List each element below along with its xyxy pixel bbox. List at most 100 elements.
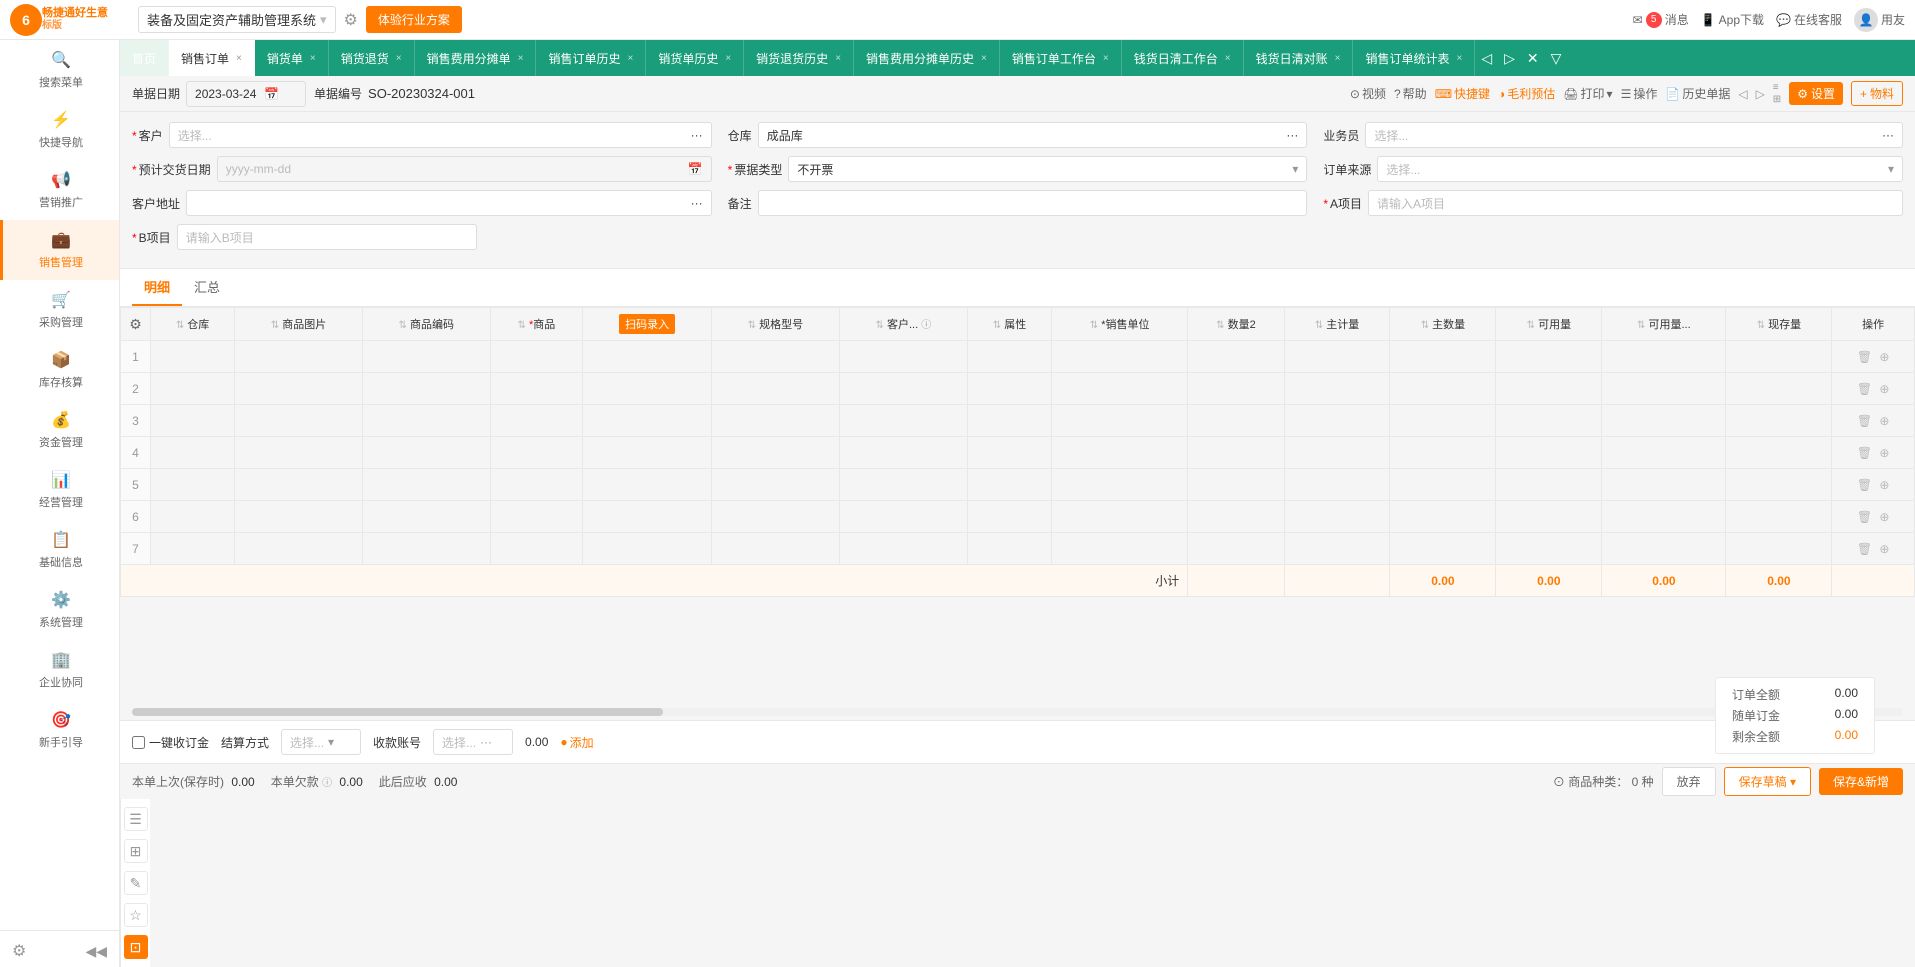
tab-close-sales-goods[interactable]: × bbox=[310, 53, 316, 64]
row-7-warehouse[interactable] bbox=[151, 533, 235, 565]
tab-close-sales-fee[interactable]: × bbox=[518, 53, 524, 64]
account-select-input[interactable]: 选择... ··· bbox=[433, 729, 513, 755]
row-5-attr[interactable] bbox=[967, 469, 1051, 501]
settings-icon[interactable]: ⚙ bbox=[344, 10, 358, 30]
row-1-attr[interactable] bbox=[967, 341, 1051, 373]
doc-date-input[interactable]: 2023-03-24 📅 bbox=[186, 81, 306, 107]
row-7-unit[interactable] bbox=[1052, 533, 1188, 565]
row-7-code[interactable] bbox=[362, 533, 490, 565]
tab-cash-reconcile[interactable]: 钱货日清对账 × bbox=[1244, 40, 1354, 76]
b-project-input[interactable]: 请输入B项目 bbox=[177, 224, 477, 250]
tab-close-sales-return[interactable]: × bbox=[396, 53, 402, 64]
right-icon-2[interactable]: ⊞ bbox=[124, 839, 148, 863]
tab-cash-workbench[interactable]: 钱货日清工作台 × bbox=[1122, 40, 1244, 76]
row-7-scan[interactable] bbox=[583, 533, 712, 565]
sidebar-item-enterprise[interactable]: 🏢 企业协同 bbox=[0, 640, 119, 700]
row-1-product[interactable] bbox=[490, 341, 583, 373]
sidebar-item-operations[interactable]: 📊 经营管理 bbox=[0, 460, 119, 520]
row-3-product[interactable] bbox=[490, 405, 583, 437]
row-2-product[interactable] bbox=[490, 373, 583, 405]
tab-order-workbench[interactable]: 销售订单工作台 × bbox=[1000, 40, 1122, 76]
row-3-spec[interactable] bbox=[712, 405, 840, 437]
row-1-image[interactable] bbox=[235, 341, 363, 373]
row-7-spec[interactable] bbox=[712, 533, 840, 565]
row-5-product[interactable] bbox=[490, 469, 583, 501]
row-5-scan[interactable] bbox=[583, 469, 712, 501]
row-1-delete-icon[interactable]: 🗑 bbox=[1857, 350, 1872, 364]
right-icon-1[interactable]: ☰ bbox=[124, 807, 148, 831]
row-5-warehouse[interactable] bbox=[151, 469, 235, 501]
row-6-scan[interactable] bbox=[583, 501, 712, 533]
row-2-current[interactable] bbox=[1726, 373, 1832, 405]
tab-fee-history[interactable]: 销售费用分摊单历史 × bbox=[854, 40, 1000, 76]
row-6-spec[interactable] bbox=[712, 501, 840, 533]
date-icon[interactable]: 📅 bbox=[688, 162, 703, 176]
row-4-scan[interactable] bbox=[583, 437, 712, 469]
row-7-image[interactable] bbox=[235, 533, 363, 565]
row-2-available2[interactable] bbox=[1602, 373, 1726, 405]
row-2-spec[interactable] bbox=[712, 373, 840, 405]
sidebar-item-quicknav[interactable]: ⚡ 快捷导航 bbox=[0, 100, 119, 160]
sidebar-item-system[interactable]: ⚙️ 系统管理 bbox=[0, 580, 119, 640]
row-2-qty2[interactable] bbox=[1188, 373, 1284, 405]
address-dots[interactable]: ··· bbox=[691, 196, 703, 210]
row-2-copy-icon[interactable]: ⊕ bbox=[1879, 382, 1889, 396]
help-btn[interactable]: ? 帮助 bbox=[1394, 85, 1427, 102]
row-3-qty2[interactable] bbox=[1188, 405, 1284, 437]
row-3-copy-icon[interactable]: ⊕ bbox=[1879, 414, 1889, 428]
row-1-main-qty[interactable] bbox=[1390, 341, 1496, 373]
sidebar-item-marketing[interactable]: 📢 营销推广 bbox=[0, 160, 119, 220]
tab-close-sales-order[interactable]: × bbox=[236, 53, 242, 64]
tab-sales-return[interactable]: 销货退货 × bbox=[329, 40, 415, 76]
user-btn[interactable]: 👤 用友 bbox=[1854, 8, 1905, 32]
row-2-customer[interactable] bbox=[839, 373, 967, 405]
row-3-warehouse[interactable] bbox=[151, 405, 235, 437]
add-btn[interactable]: ● 添加 bbox=[560, 734, 593, 751]
row-5-copy-icon[interactable]: ⊕ bbox=[1879, 478, 1889, 492]
tab-sales-stats[interactable]: 销售订单统计表 × bbox=[1353, 40, 1475, 76]
row-6-main-unit[interactable] bbox=[1284, 501, 1390, 533]
row-6-available[interactable] bbox=[1496, 501, 1602, 533]
tab-close-order-workbench[interactable]: × bbox=[1103, 53, 1109, 64]
message-btn[interactable]: ✉ 5 消息 bbox=[1633, 11, 1689, 28]
row-3-main-unit[interactable] bbox=[1284, 405, 1390, 437]
row-3-available[interactable] bbox=[1496, 405, 1602, 437]
row-4-unit[interactable] bbox=[1052, 437, 1188, 469]
row-7-product[interactable] bbox=[490, 533, 583, 565]
tab-goods-history[interactable]: 销货单历史 × bbox=[646, 40, 744, 76]
row-3-image[interactable] bbox=[235, 405, 363, 437]
customer-dots[interactable]: ··· bbox=[691, 128, 703, 142]
row-3-delete-icon[interactable]: 🗑 bbox=[1857, 414, 1872, 428]
row-6-image[interactable] bbox=[235, 501, 363, 533]
tab-sales-order[interactable]: 销售订单 × bbox=[169, 40, 255, 76]
row-2-main-unit[interactable] bbox=[1284, 373, 1390, 405]
scan-btn[interactable]: 扫码录入 bbox=[619, 314, 675, 334]
row-7-copy-icon[interactable]: ⊕ bbox=[1879, 542, 1889, 556]
sidebar-item-purchase[interactable]: 🛒 采购管理 bbox=[0, 280, 119, 340]
row-1-scan[interactable] bbox=[583, 341, 712, 373]
row-7-main-unit[interactable] bbox=[1284, 533, 1390, 565]
tab-close-cash-reconcile[interactable]: × bbox=[1335, 53, 1341, 64]
row-6-qty2[interactable] bbox=[1188, 501, 1284, 533]
row-6-available2[interactable] bbox=[1602, 501, 1726, 533]
action-btn[interactable]: ☰ 操作 bbox=[1621, 85, 1658, 102]
row-5-code[interactable] bbox=[362, 469, 490, 501]
row-5-available2[interactable] bbox=[1602, 469, 1726, 501]
row-1-spec[interactable] bbox=[712, 341, 840, 373]
row-3-current[interactable] bbox=[1726, 405, 1832, 437]
add-material-btn[interactable]: + 物料 bbox=[1851, 81, 1903, 106]
row-4-current[interactable] bbox=[1726, 437, 1832, 469]
row-3-code[interactable] bbox=[362, 405, 490, 437]
tab-sales-fee[interactable]: 销售费用分摊单 × bbox=[415, 40, 537, 76]
tab-sales-order-history[interactable]: 销售订单历史 × bbox=[536, 40, 646, 76]
tab-sales-goods[interactable]: 销货单 × bbox=[255, 40, 329, 76]
right-icon-5[interactable]: ⊡ bbox=[124, 935, 148, 959]
detail-tab-detail[interactable]: 明细 bbox=[132, 269, 182, 306]
save-draft-btn[interactable]: 保存草稿 ▾ bbox=[1724, 767, 1811, 796]
row-2-available[interactable] bbox=[1496, 373, 1602, 405]
discard-btn[interactable]: 放弃 bbox=[1662, 767, 1716, 796]
row-7-available[interactable] bbox=[1496, 533, 1602, 565]
scrollbar-thumb[interactable] bbox=[132, 708, 663, 716]
tab-close-goods-history[interactable]: × bbox=[725, 53, 731, 64]
row-5-image[interactable] bbox=[235, 469, 363, 501]
